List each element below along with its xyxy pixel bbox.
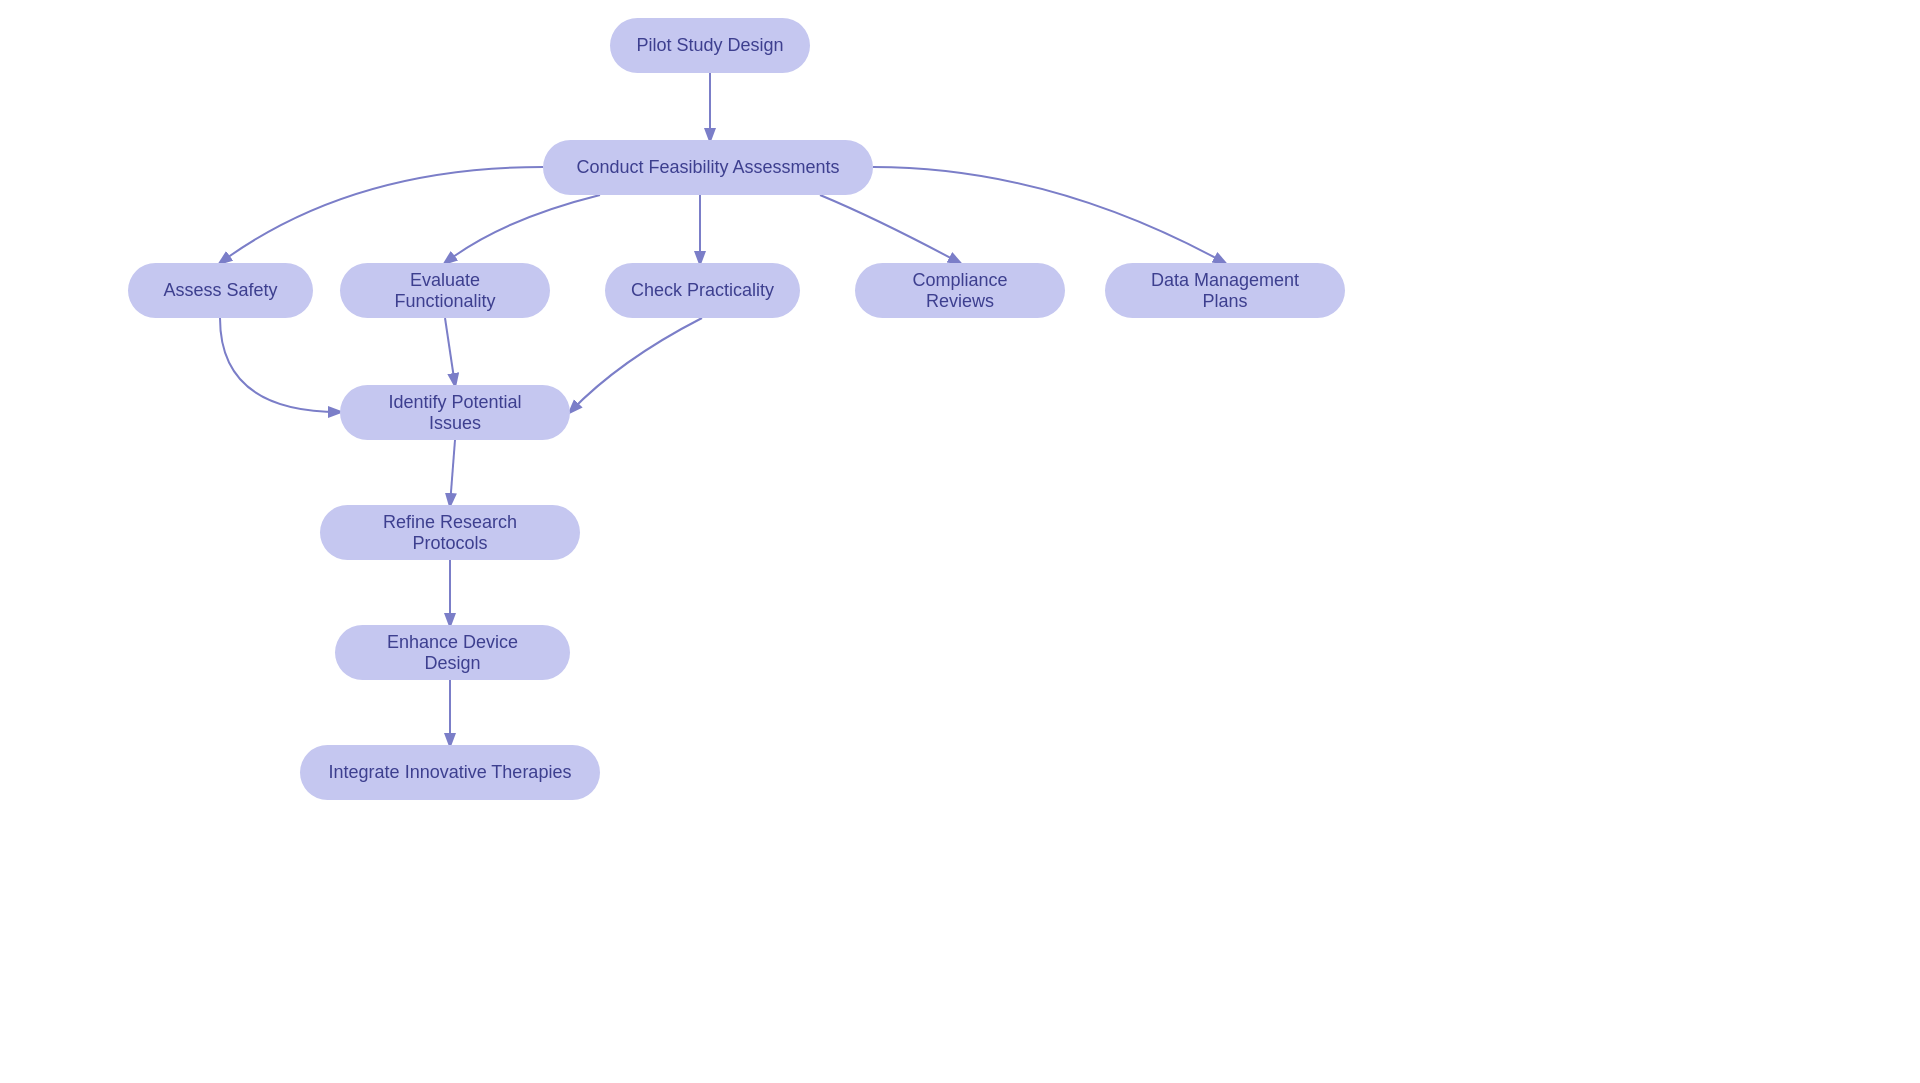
node-compliance-reviews: Compliance Reviews xyxy=(855,263,1065,318)
connections-svg xyxy=(0,0,1920,1083)
svg-line-2 xyxy=(445,318,455,385)
svg-line-3 xyxy=(450,440,455,505)
node-assess-safety: Assess Safety xyxy=(128,263,313,318)
node-identify-issues: Identify Potential Issues xyxy=(340,385,570,440)
node-refine-protocols: Refine Research Protocols xyxy=(320,505,580,560)
node-evaluate-functionality: Evaluate Functionality xyxy=(340,263,550,318)
diagram-container: Pilot Study Design Conduct Feasibility A… xyxy=(0,0,1920,1083)
node-enhance-device: Enhance Device Design xyxy=(335,625,570,680)
node-data-management: Data Management Plans xyxy=(1105,263,1345,318)
node-conduct-feasibility: Conduct Feasibility Assessments xyxy=(543,140,873,195)
node-check-practicality: Check Practicality xyxy=(605,263,800,318)
node-pilot-study: Pilot Study Design xyxy=(610,18,810,73)
node-integrate-therapies: Integrate Innovative Therapies xyxy=(300,745,600,800)
